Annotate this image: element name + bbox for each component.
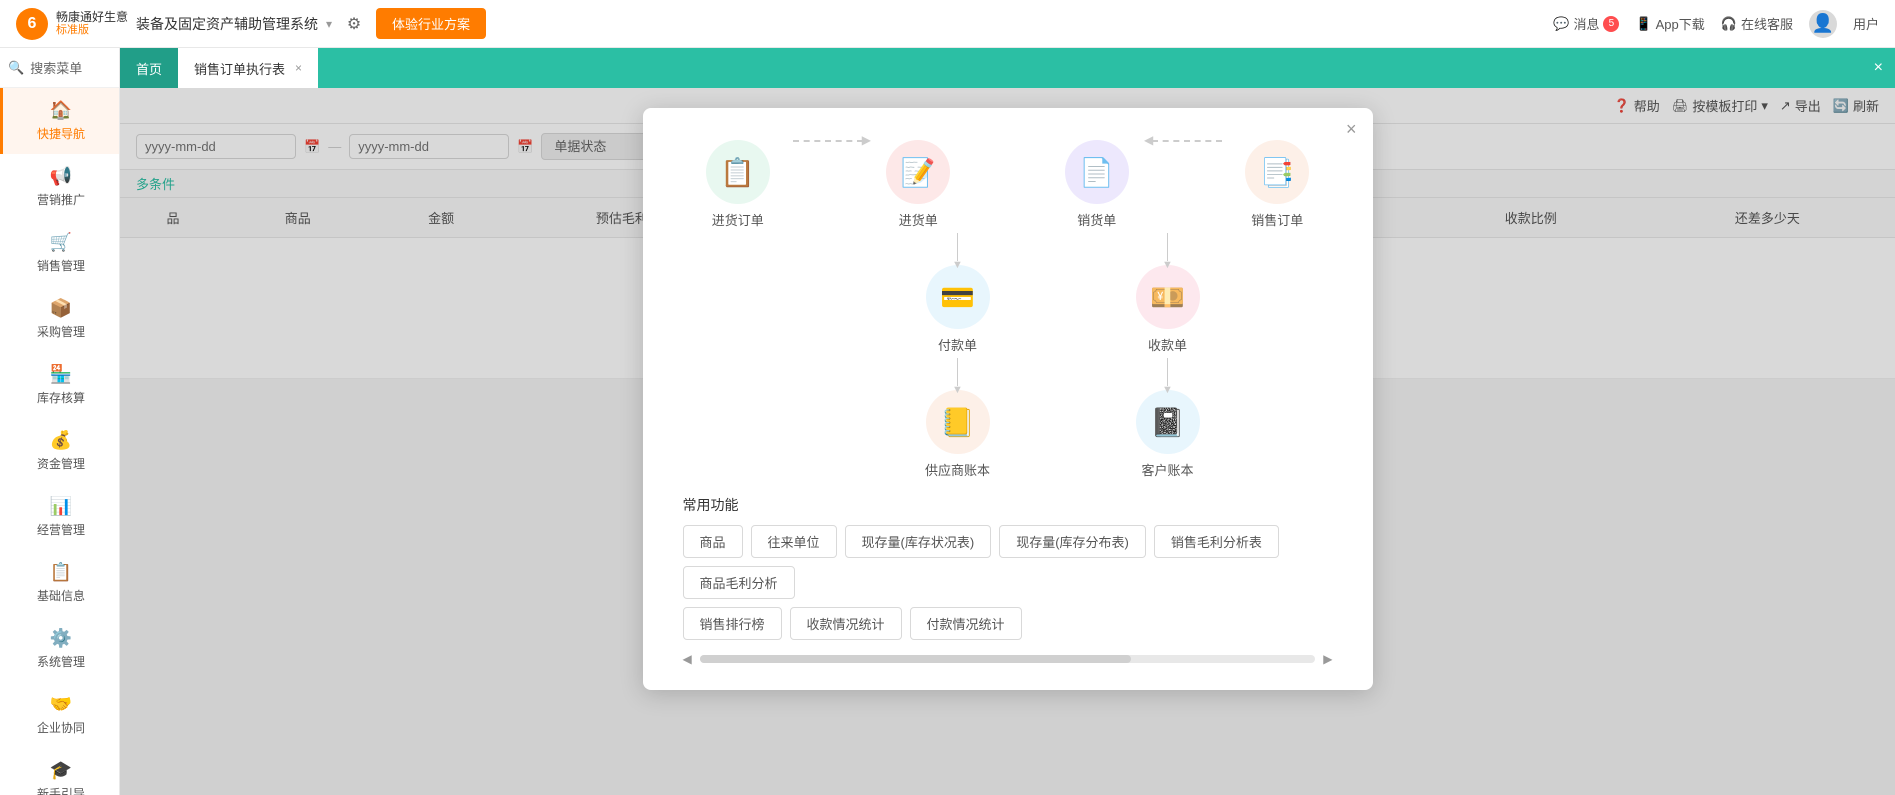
- logo-icon: 6: [16, 8, 48, 40]
- modal-close-button[interactable]: ×: [1346, 120, 1357, 138]
- page-content: ❓ 帮助 🖨 按模板打印 ▾ ↗ 导出 🔄 刷新: [120, 88, 1895, 795]
- func-btn-inventory-status[interactable]: 现存量(库存状况表): [845, 525, 992, 558]
- system-icon: ⚙️: [50, 628, 72, 649]
- search-menu-button[interactable]: 🔍 搜索菜单: [0, 48, 119, 88]
- customer-account-icon: 📓: [1150, 406, 1185, 439]
- sidebar-item-sales[interactable]: 🛒 销售管理: [0, 220, 119, 286]
- modal-box: × 📋 进货订单 ▶: [643, 108, 1373, 690]
- sidebar-item-operations[interactable]: 📊 经营管理: [0, 484, 119, 550]
- purchase-order-icon: 📋: [720, 156, 755, 189]
- basic-icon: 📋: [50, 562, 72, 583]
- tab-sales-order[interactable]: 销售订单执行表 ×: [178, 48, 318, 88]
- func-btn-contacts[interactable]: 往来单位: [751, 525, 837, 558]
- modal-overlay: × 📋 进货订单 ▶: [120, 88, 1895, 795]
- flow-node-supplier-account[interactable]: 📒 供应商账本: [893, 390, 1023, 479]
- func-btn-payment-stats[interactable]: 付款情况统计: [910, 607, 1022, 640]
- supplier-account-icon: 📒: [940, 406, 975, 439]
- sales-order-icon: 📑: [1260, 156, 1295, 189]
- purchase-bill-icon: 📝: [901, 156, 936, 189]
- tab-bar: 首页 销售订单执行表 × ×: [120, 48, 1895, 88]
- common-functions-title: 常用功能: [683, 495, 1333, 515]
- scrollbar-track[interactable]: [700, 655, 1316, 663]
- guide-icon: 🎓: [50, 760, 72, 781]
- header-right: 💬 消息 5 📱 App下载 🎧 在线客服 👤 用户: [1553, 10, 1879, 38]
- sales-bill-icon: 📄: [1079, 156, 1114, 189]
- flow-node-payment-bill[interactable]: 💳 付款单: [893, 265, 1023, 354]
- sales-order-label: 销售订单: [1251, 210, 1303, 229]
- inventory-icon: 🏪: [50, 364, 72, 385]
- operations-icon: 📊: [50, 496, 72, 517]
- sidebar-item-quick-nav[interactable]: 🏠 快捷导航: [0, 88, 119, 154]
- system-title: 装备及固定资产辅助管理系统: [136, 14, 318, 34]
- message-badge: 5: [1603, 16, 1619, 32]
- modal-scrollbar: ◀ ▶: [683, 652, 1333, 666]
- sidebar-item-system[interactable]: ⚙️ 系统管理: [0, 616, 119, 682]
- receipt-bill-icon: 💴: [1150, 281, 1185, 314]
- sidebar-item-purchase[interactable]: 📦 采购管理: [0, 286, 119, 352]
- flow-node-sales-order[interactable]: 📑 销售订单: [1222, 140, 1333, 229]
- payment-bill-icon: 💳: [940, 281, 975, 314]
- app-download-button[interactable]: 📱 App下载: [1635, 14, 1704, 33]
- func-btn-product-gross[interactable]: 商品毛利分析: [683, 566, 795, 599]
- top-header: 6 畅康通好生意 标准版 装备及固定资产辅助管理系统 ▾ ⚙ 体验行业方案 💬 …: [0, 0, 1895, 48]
- service-icon: 🎧: [1721, 16, 1737, 32]
- function-buttons-row2: 销售排行榜 收款情况统计 付款情况统计: [683, 607, 1333, 640]
- logo-text: 畅康通好生意 标准版: [56, 10, 128, 38]
- scroll-left-icon[interactable]: ◀: [683, 652, 692, 666]
- gear-icon[interactable]: ⚙: [340, 10, 368, 38]
- func-btn-sales-gross[interactable]: 销售毛利分析表: [1154, 525, 1279, 558]
- system-title-area: 装备及固定资产辅助管理系统 ▾ ⚙ 体验行业方案: [136, 8, 1553, 39]
- sidebar: 🔍 搜索菜单 🏠 快捷导航 📢 营销推广 🛒 销售管理 📦 采购管理 🏪 库存核…: [0, 48, 120, 795]
- home-icon: 🏠: [50, 100, 72, 121]
- sales-bill-label: 销货单: [1077, 210, 1116, 229]
- sales-icon: 🛒: [50, 232, 72, 253]
- func-btn-receipt-stats[interactable]: 收款情况统计: [790, 607, 902, 640]
- customer-account-label: 客户账本: [1141, 460, 1193, 479]
- sidebar-item-inventory[interactable]: 🏪 库存核算: [0, 352, 119, 418]
- download-icon: 📱: [1635, 16, 1651, 32]
- logo-area: 6 畅康通好生意 标准版: [16, 8, 136, 40]
- marketing-icon: 📢: [50, 166, 72, 187]
- search-icon: 🔍: [8, 60, 24, 76]
- collab-icon: 🤝: [50, 694, 72, 715]
- common-functions: 常用功能 商品 往来单位 现存量(库存状况表) 现存量(库存分布表) 销售毛利分…: [683, 495, 1333, 640]
- func-btn-sales-rank[interactable]: 销售排行榜: [683, 607, 782, 640]
- avatar: 👤: [1809, 10, 1837, 38]
- flow-node-purchase-bill[interactable]: 📝 进货单: [863, 140, 974, 229]
- receipt-bill-label: 收款单: [1148, 335, 1187, 354]
- message-button[interactable]: 💬 消息 5: [1553, 14, 1619, 33]
- flow-node-sales-bill[interactable]: 📄 销货单: [1042, 140, 1153, 229]
- function-buttons: 商品 往来单位 现存量(库存状况表) 现存量(库存分布表) 销售毛利分析表 商品…: [683, 525, 1333, 599]
- flow-node-customer-account[interactable]: 📓 客户账本: [1103, 390, 1233, 479]
- tab-home[interactable]: 首页: [120, 48, 178, 88]
- scroll-right-icon[interactable]: ▶: [1323, 652, 1332, 666]
- finance-icon: 💰: [50, 430, 72, 451]
- supplier-account-label: 供应商账本: [925, 460, 990, 479]
- purchase-bill-label: 进货单: [899, 210, 938, 229]
- scrollbar-thumb[interactable]: [700, 655, 1131, 663]
- tab-close-icon[interactable]: ×: [295, 61, 302, 75]
- message-icon: 💬: [1553, 16, 1569, 32]
- sidebar-item-basic[interactable]: 📋 基础信息: [0, 550, 119, 616]
- purchase-order-label: 进货订单: [712, 210, 764, 229]
- sidebar-item-guide[interactable]: 🎓 新手引导: [0, 748, 119, 795]
- sidebar-item-finance[interactable]: 💰 资金管理: [0, 418, 119, 484]
- online-service-button[interactable]: 🎧 在线客服: [1721, 14, 1793, 33]
- flow-node-purchase-order[interactable]: 📋 进货订单: [683, 140, 794, 229]
- sidebar-item-collab[interactable]: 🤝 企业协同: [0, 682, 119, 748]
- main-layout: 🔍 搜索菜单 🏠 快捷导航 📢 营销推广 🛒 销售管理 📦 采购管理 🏪 库存核…: [0, 48, 1895, 795]
- experience-button[interactable]: 体验行业方案: [376, 8, 486, 39]
- flow-node-receipt-bill[interactable]: 💴 收款单: [1103, 265, 1233, 354]
- payment-bill-label: 付款单: [938, 335, 977, 354]
- dropdown-arrow-icon[interactable]: ▾: [326, 17, 332, 31]
- tab-bar-close-icon[interactable]: ×: [1874, 59, 1883, 77]
- user-name[interactable]: 用户: [1853, 14, 1879, 33]
- func-btn-products[interactable]: 商品: [683, 525, 743, 558]
- sidebar-item-marketing[interactable]: 📢 营销推广: [0, 154, 119, 220]
- purchase-icon: 📦: [50, 298, 72, 319]
- func-btn-inventory-dist[interactable]: 现存量(库存分布表): [999, 525, 1146, 558]
- content-area: 首页 销售订单执行表 × × ❓ 帮助 🖨 按模板打印 ▾: [120, 48, 1895, 795]
